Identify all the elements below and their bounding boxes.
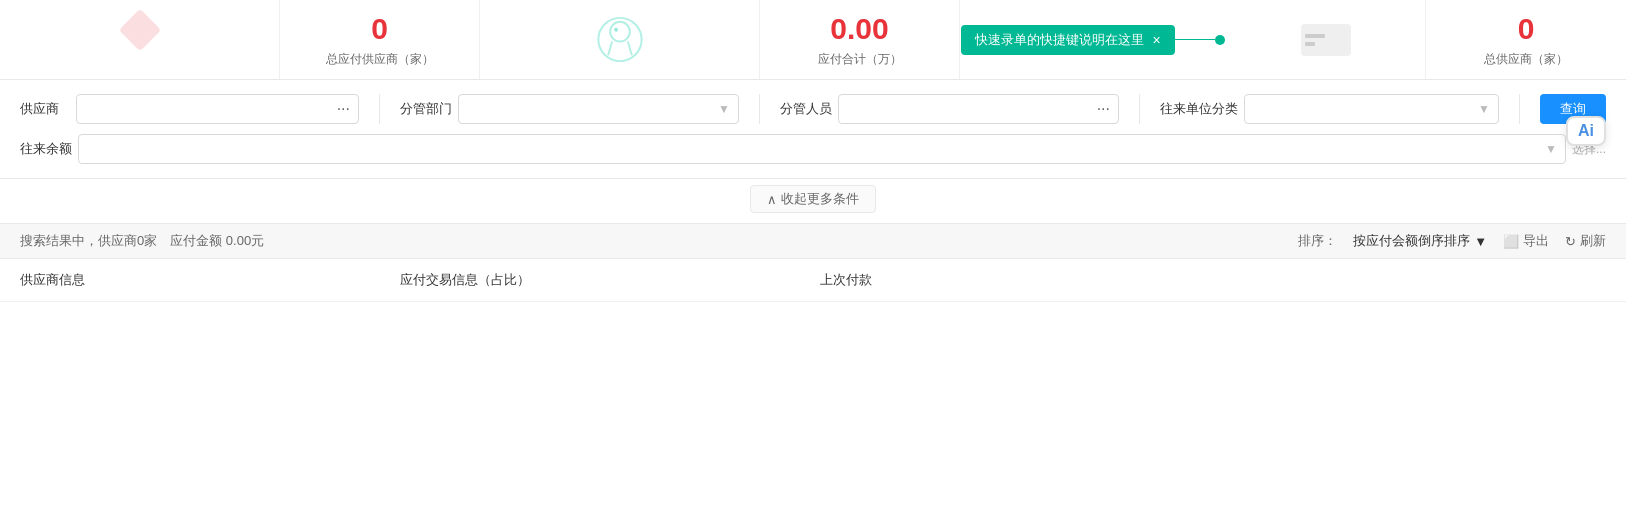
- department-chevron-icon: ▼: [718, 102, 730, 116]
- results-info: 搜索结果中，供应商0家 应付金额 0.00元: [20, 232, 264, 250]
- stat-value-suppliers: 0: [1518, 11, 1535, 47]
- department-select[interactable]: [467, 102, 718, 117]
- card-icon-area: [1226, 0, 1426, 79]
- stat-label-payable: 总应付供应商（家）: [326, 51, 434, 68]
- department-select-wrapper[interactable]: ▼: [458, 94, 739, 124]
- col-header-supplier: 供应商信息: [20, 271, 400, 289]
- divider-3: [1139, 94, 1140, 124]
- supplier-dots[interactable]: ···: [337, 100, 350, 118]
- results-actions: 排序： 按应付会额倒序排序 ▼ ⬜ 导出 ↻ 刷新: [1298, 232, 1606, 250]
- filter-row-1: 供应商 ··· 分管部门 ▼ 分管人员 ···: [20, 94, 1606, 124]
- filter-bar: 供应商 ··· 分管部门 ▼ 分管人员 ···: [0, 80, 1626, 179]
- tooltip-dot: [1215, 35, 1225, 45]
- tooltip-text: 快速录单的快捷键说明在这里: [975, 31, 1144, 49]
- divider-2: [759, 94, 760, 124]
- sort-select[interactable]: 按应付会额倒序排序 ▼: [1353, 232, 1487, 250]
- department-label: 分管部门: [400, 100, 452, 118]
- svg-point-6: [614, 28, 618, 32]
- svg-point-3: [610, 22, 630, 42]
- sort-chevron-icon: ▼: [1474, 234, 1487, 249]
- stat-value-total: 0.00: [830, 11, 888, 47]
- balance-chevron-icon: ▼: [1545, 142, 1557, 156]
- table-body: [0, 302, 1626, 515]
- category-select-wrapper[interactable]: ▼: [1244, 94, 1499, 124]
- diamond-icon: 供: [110, 10, 170, 70]
- stat-total-payable-suppliers: 0 总应付供应商（家）: [280, 0, 480, 79]
- stat-payable-total: 0.00 应付合计（万）: [760, 0, 960, 79]
- refresh-label: 刷新: [1580, 232, 1606, 250]
- divider-1: [379, 94, 380, 124]
- person-dots[interactable]: ···: [1097, 100, 1110, 118]
- export-button[interactable]: ⬜ 导出: [1503, 232, 1549, 250]
- svg-rect-7: [1301, 24, 1351, 56]
- refresh-button[interactable]: ↻ 刷新: [1565, 232, 1606, 250]
- table-header: 供应商信息 应付交易信息（占比） 上次付款: [0, 259, 1626, 302]
- category-label: 往来单位分类: [1160, 100, 1238, 118]
- svg-rect-8: [1305, 34, 1325, 38]
- sort-value: 按应付会额倒序排序: [1353, 232, 1470, 250]
- piggy-icon: [590, 10, 650, 69]
- balance-select[interactable]: [87, 142, 1545, 157]
- supplier-label: 供应商: [20, 100, 70, 118]
- svg-line-4: [608, 41, 612, 55]
- results-summary: 搜索结果中，供应商0家 应付金额 0.00元: [20, 232, 264, 250]
- tooltip-close-btn[interactable]: ×: [1152, 33, 1160, 47]
- chevron-up-icon: ∧: [767, 192, 777, 207]
- category-chevron-icon: ▼: [1478, 102, 1490, 116]
- balance-label: 往来余额: [20, 140, 72, 158]
- collapse-button[interactable]: ∧ 收起更多条件: [750, 185, 876, 213]
- svg-text:供: 供: [131, 23, 147, 39]
- col-header-transaction: 应付交易信息（占比）: [400, 271, 820, 289]
- supplier-input-wrapper[interactable]: ···: [76, 94, 359, 124]
- supplier-filter: 供应商 ···: [20, 94, 359, 124]
- filter-row-2: 往来余额 ▼ 选择...: [20, 134, 1606, 164]
- stat-label-suppliers: 总供应商（家）: [1484, 51, 1568, 68]
- svg-rect-9: [1305, 42, 1315, 46]
- sort-label: 排序：: [1298, 232, 1337, 250]
- col-header-last-payment: 上次付款: [820, 271, 1606, 289]
- stat-value-payable: 0: [371, 11, 388, 47]
- ai-button[interactable]: Ai: [1566, 116, 1606, 146]
- stat-total-suppliers: 0 总供应商（家）: [1426, 0, 1626, 79]
- middle-icon-area: [480, 0, 760, 79]
- card-icon: [1301, 24, 1351, 56]
- refresh-icon: ↻: [1565, 234, 1576, 249]
- collapse-bar: ∧ 收起更多条件: [0, 179, 1626, 224]
- balance-select-wrapper[interactable]: ▼: [78, 134, 1566, 164]
- category-filter: 往来单位分类 ▼: [1160, 94, 1499, 124]
- person-label: 分管人员: [780, 100, 832, 118]
- brand-icon-area: 供: [0, 0, 280, 79]
- export-label: 导出: [1523, 232, 1549, 250]
- department-filter: 分管部门 ▼: [400, 94, 739, 124]
- stat-label-total: 应付合计（万）: [818, 51, 902, 68]
- person-input-wrapper[interactable]: ···: [838, 94, 1119, 124]
- results-bar: 搜索结果中，供应商0家 应付金额 0.00元 排序： 按应付会额倒序排序 ▼ ⬜…: [0, 224, 1626, 259]
- collapse-label: 收起更多条件: [781, 190, 859, 208]
- supplier-input[interactable]: [85, 102, 337, 117]
- divider-4: [1519, 94, 1520, 124]
- person-filter: 分管人员 ···: [780, 94, 1119, 124]
- person-input[interactable]: [847, 102, 1097, 117]
- stats-bar: 供 0 总应付供应商（家） 0.00 应付合计（万） 快速录单的快捷键说明在这里…: [0, 0, 1626, 80]
- tooltip-line: [1175, 39, 1215, 40]
- tooltip-bubble: 快速录单的快捷键说明在这里 ×: [961, 25, 1174, 55]
- category-select[interactable]: [1253, 102, 1478, 117]
- svg-line-5: [627, 41, 631, 55]
- tooltip-area: 快速录单的快捷键说明在这里 ×: [960, 0, 1226, 79]
- export-icon: ⬜: [1503, 234, 1519, 249]
- svg-point-2: [598, 18, 641, 61]
